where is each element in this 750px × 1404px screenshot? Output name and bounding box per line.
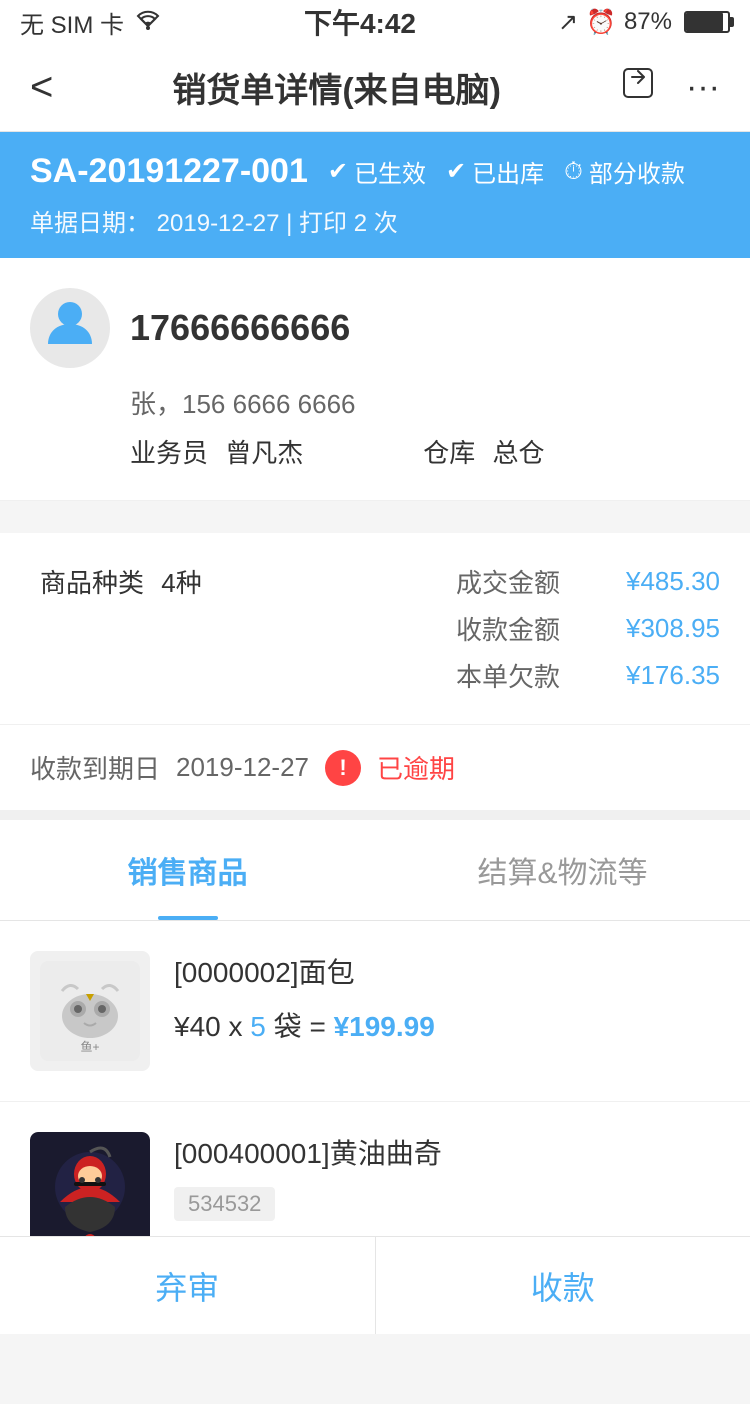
product-type-label: 商品种类 [40, 568, 144, 598]
battery-icon [684, 11, 730, 33]
customer-meta: 业务员 曾凡杰 仓库 总仓 [130, 433, 720, 470]
status-bar: 无 SIM 卡 下午4:42 ↗ ⏰ 87% [0, 0, 750, 44]
product-tag-2: 534532 [174, 1187, 275, 1221]
badge-effective: ✔ 已生效 [328, 154, 426, 189]
status-bar-left: 无 SIM 卡 [20, 5, 162, 40]
print-label: 打印 [299, 210, 347, 237]
separator: | [286, 210, 299, 237]
divider-1 [0, 501, 750, 517]
badge-shipped: ✔ 已出库 [446, 154, 544, 189]
check-icon-1: ✔ [328, 157, 348, 186]
product-info-1: [0000002]面包 ¥40 x 5 袋 = ¥199.99 [174, 951, 720, 1045]
check-icon-2: ✔ [446, 157, 466, 186]
overdue-icon: ! [325, 750, 361, 786]
stats-right: 成交金额 ¥485.30 收款金额 ¥308.95 本单欠款 ¥176.35 [456, 563, 720, 694]
transaction-amount: ¥485.30 [580, 566, 720, 597]
product-type-item: 商品种类 4种 [30, 563, 202, 600]
owed-amount: ¥176.35 [580, 660, 720, 691]
banner-top: SA-20191227-001 ✔ 已生效 ✔ 已出库 ⏱ 部分收款 [30, 152, 720, 191]
equals-1: = [309, 1011, 333, 1042]
unit-value-1: 袋 [274, 1011, 302, 1042]
clock-icon: ⏱ [564, 158, 583, 186]
location-icon: ↗ [558, 8, 578, 37]
due-date: 2019-12-27 [176, 752, 309, 783]
svg-text:鱼+: 鱼+ [80, 1040, 99, 1054]
transaction-label: 成交金额 [456, 563, 560, 600]
product-thumb-2: ● [30, 1132, 150, 1252]
salesperson-label: 业务员 [130, 438, 208, 468]
wifi-icon [134, 8, 162, 37]
warehouse-info: 仓库 总仓 [423, 433, 544, 470]
alarm-icon: ⏰ [586, 8, 616, 37]
product-name-2: [000400001]黄油曲奇 [174, 1132, 720, 1172]
transaction-line: 成交金额 ¥485.30 [456, 563, 720, 600]
cancel-button[interactable]: 弃审 [0, 1237, 376, 1334]
tabs-section: 销售商品 结算&物流等 [0, 820, 750, 921]
collect-button[interactable]: 收款 [376, 1237, 750, 1334]
product-price-1: ¥40 x 5 袋 = ¥199.99 [174, 1005, 720, 1045]
badge-partial: ⏱ 部分收款 [564, 154, 685, 189]
customer-name-detail: 张，156 6666 6666 [130, 384, 720, 421]
total-value-1: ¥199.99 [334, 1011, 435, 1042]
stats-left: 商品种类 4种 [30, 563, 202, 600]
bottom-bar: 弃审 收款 [0, 1236, 750, 1334]
owed-label: 本单欠款 [456, 657, 560, 694]
status-bar-right: ↗ ⏰ 87% [558, 8, 730, 37]
print-count: 2 [354, 210, 367, 237]
due-section: 收款到期日 2019-12-27 ! 已逾期 [0, 725, 750, 820]
qty-value-1: 5 [250, 1011, 266, 1042]
avatar-icon [40, 292, 100, 364]
stats-row: 商品种类 4种 成交金额 ¥485.30 收款金额 ¥308.95 本单欠款 ¥… [30, 563, 720, 694]
received-line: 收款金额 ¥308.95 [456, 610, 720, 647]
received-amount: ¥308.95 [580, 613, 720, 644]
product-thumb-1: 鱼+ [30, 951, 150, 1071]
customer-phone[interactable]: 17666666666 [130, 307, 350, 349]
avatar [30, 288, 110, 368]
date-label: 单据日期： [30, 210, 150, 237]
owed-line: 本单欠款 ¥176.35 [456, 657, 720, 694]
customer-section: 17666666666 张，156 6666 6666 业务员 曾凡杰 仓库 总… [0, 258, 750, 501]
due-label: 收款到期日 [30, 749, 160, 786]
product-name-1: [0000002]面包 [174, 951, 720, 991]
received-label: 收款金额 [456, 610, 560, 647]
banner-date-info: 单据日期： 2019-12-27 | 打印 2 次 [30, 203, 720, 238]
page-title: 销货单详情(来自电脑) [172, 63, 501, 112]
more-icon[interactable]: ··· [686, 68, 720, 107]
header-banner: SA-20191227-001 ✔ 已生效 ✔ 已出库 ⏱ 部分收款 单据日期：… [0, 132, 750, 258]
nav-bar: < 销货单详情(来自电脑) ··· [0, 44, 750, 132]
product-item-1: 鱼+ [0000002]面包 ¥40 x 5 袋 = ¥199.99 [0, 921, 750, 1102]
tab-settlement[interactable]: 结算&物流等 [375, 820, 750, 920]
share-icon[interactable] [620, 65, 656, 110]
customer-row: 17666666666 [30, 288, 720, 368]
tab-products[interactable]: 销售商品 [0, 820, 375, 920]
back-button[interactable]: < [30, 65, 53, 110]
warehouse-label: 仓库 [423, 438, 475, 468]
battery-percent: 87% [624, 8, 672, 36]
overdue-text: 已逾期 [377, 749, 455, 786]
stats-section: 商品种类 4种 成交金额 ¥485.30 收款金额 ¥308.95 本单欠款 ¥… [0, 533, 750, 725]
order-date: 2019-12-27 [157, 210, 280, 237]
print-unit: 次 [374, 210, 398, 237]
order-id: SA-20191227-001 [30, 152, 308, 191]
warehouse-value: 总仓 [493, 438, 545, 468]
price-x-1: x [229, 1011, 251, 1042]
salesperson-info: 业务员 曾凡杰 [130, 433, 303, 470]
product-type-count: 4种 [161, 568, 201, 598]
price-value-1: ¥40 [174, 1011, 221, 1042]
status-bar-time: 下午4:42 [304, 2, 416, 42]
nav-right: ··· [620, 65, 720, 110]
carrier-text: 无 SIM 卡 [20, 5, 124, 40]
salesperson-value: 曾凡杰 [225, 438, 303, 468]
